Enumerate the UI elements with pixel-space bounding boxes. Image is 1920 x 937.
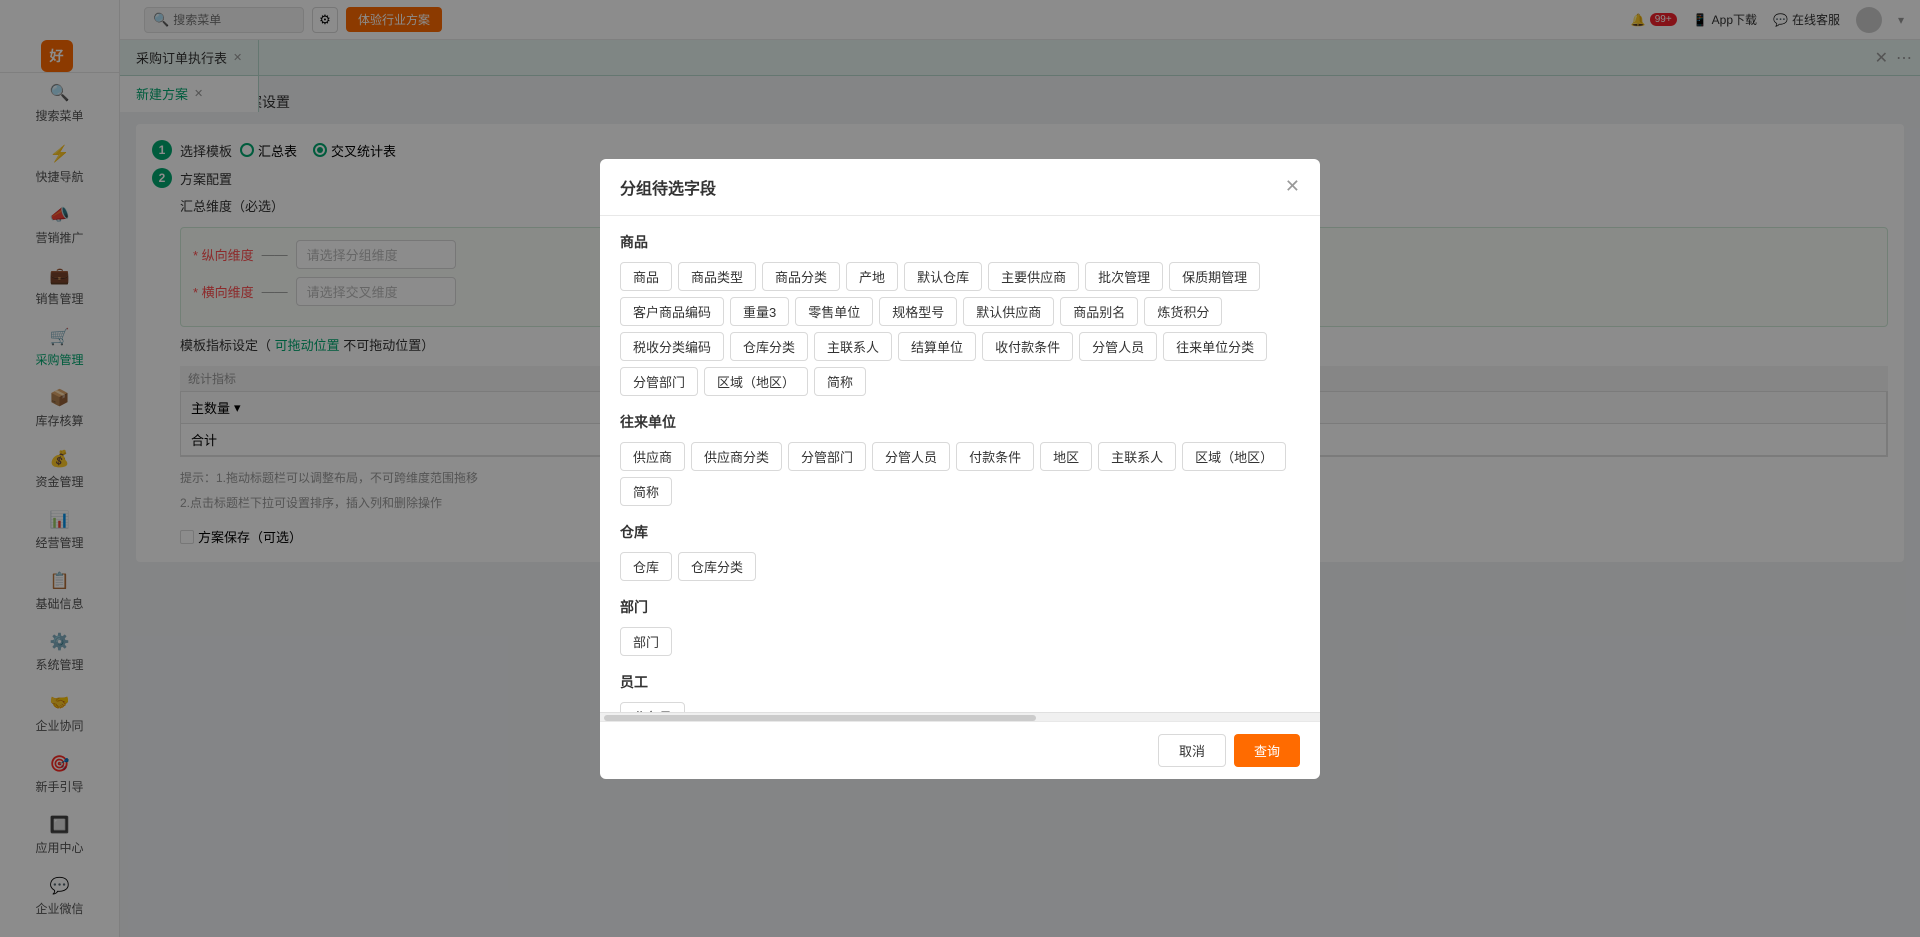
field-tag-product-12[interactable]: 默认供应商 (963, 297, 1054, 326)
field-tags-partner: 供应商供应商分类分管部门分管人员付款条件地区主联系人区域（地区） 简称 (620, 442, 1300, 506)
field-tag-product-13[interactable]: 商品别名 (1060, 297, 1138, 326)
section-title-warehouse: 仓库 (620, 522, 1300, 542)
field-tag-product-16[interactable]: 仓库分类 (730, 332, 808, 361)
field-tag-product-20[interactable]: 分管人员 (1079, 332, 1157, 361)
section-title-product: 商品 (620, 232, 1300, 252)
field-tag-product-6[interactable]: 批次管理 (1085, 262, 1163, 291)
field-tags-employee: 业务员 (620, 702, 1300, 713)
modal-close-btn[interactable]: ✕ (1285, 176, 1300, 197)
field-tag-product-15[interactable]: 税收分类编码 (620, 332, 724, 361)
field-tag-warehouse-1[interactable]: 仓库分类 (678, 552, 756, 581)
field-tag-partner-6[interactable]: 主联系人 (1098, 442, 1176, 471)
field-tag-partner-0[interactable]: 供应商 (620, 442, 685, 471)
field-tag-product-23[interactable]: 区域（地区） (704, 367, 808, 396)
field-tag-product-14[interactable]: 炼货积分 (1144, 297, 1222, 326)
field-tag-product-18[interactable]: 结算单位 (898, 332, 976, 361)
field-tag-product-22[interactable]: 分管部门 (620, 367, 698, 396)
modal-header: 分组待选字段 ✕ (600, 159, 1320, 216)
field-tag-product-0[interactable]: 商品 (620, 262, 672, 291)
field-tag-partner-7[interactable]: 区域（地区） (1182, 442, 1286, 471)
field-tag-product-24[interactable]: 简称 (814, 367, 866, 396)
field-tag-partner-3[interactable]: 分管人员 (872, 442, 950, 471)
section-title-department: 部门 (620, 597, 1300, 617)
field-tag-product-11[interactable]: 规格型号 (879, 297, 957, 326)
field-tag-partner-8[interactable]: 简称 (620, 477, 672, 506)
field-section-department: 部门部门 (620, 597, 1300, 656)
section-title-partner: 往来单位 (620, 412, 1300, 432)
field-tag-product-1[interactable]: 商品类型 (678, 262, 756, 291)
field-tag-employee-0[interactable]: 业务员 (620, 702, 685, 713)
field-tag-department-0[interactable]: 部门 (620, 627, 672, 656)
field-tag-product-8[interactable]: 客户商品编码 (620, 297, 724, 326)
field-tag-product-21[interactable]: 往来单位分类 (1163, 332, 1267, 361)
modal-horizontal-scrollbar[interactable] (600, 712, 1320, 720)
field-tag-warehouse-0[interactable]: 仓库 (620, 552, 672, 581)
field-tag-partner-1[interactable]: 供应商分类 (691, 442, 782, 471)
modal-footer: 取消 查询 (600, 721, 1320, 779)
field-section-partner: 往来单位供应商供应商分类分管部门分管人员付款条件地区主联系人区域（地区） 简称 (620, 412, 1300, 506)
modal-confirm-btn[interactable]: 查询 (1234, 734, 1300, 767)
section-title-employee: 员工 (620, 672, 1300, 692)
field-section-employee: 员工业务员 (620, 672, 1300, 713)
field-tag-product-3[interactable]: 产地 (846, 262, 898, 291)
horizontal-scrollbar-thumb (604, 715, 1036, 721)
field-tag-partner-2[interactable]: 分管部门 (788, 442, 866, 471)
field-tag-product-4[interactable]: 默认仓库 (904, 262, 982, 291)
field-tag-product-10[interactable]: 零售单位 (795, 297, 873, 326)
field-tag-partner-4[interactable]: 付款条件 (956, 442, 1034, 471)
field-section-warehouse: 仓库仓库仓库分类 (620, 522, 1300, 581)
field-tags-department: 部门 (620, 627, 1300, 656)
modal-body: 商品商品商品类型商品分类产地默认仓库主要供应商批次管理保质期管理客户商品编码重量… (600, 216, 1320, 713)
field-tag-product-5[interactable]: 主要供应商 (988, 262, 1079, 291)
field-select-modal: 分组待选字段 ✕ 商品商品商品类型商品分类产地默认仓库主要供应商批次管理保质期管… (600, 159, 1320, 779)
field-section-product: 商品商品商品类型商品分类产地默认仓库主要供应商批次管理保质期管理客户商品编码重量… (620, 232, 1300, 396)
modal-title: 分组待选字段 (620, 175, 716, 199)
field-tags-product: 商品商品类型商品分类产地默认仓库主要供应商批次管理保质期管理客户商品编码重量3零… (620, 262, 1300, 396)
field-tag-product-17[interactable]: 主联系人 (814, 332, 892, 361)
field-tag-partner-5[interactable]: 地区 (1040, 442, 1092, 471)
modal-cancel-btn[interactable]: 取消 (1158, 734, 1226, 767)
field-tag-product-2[interactable]: 商品分类 (762, 262, 840, 291)
field-tag-product-19[interactable]: 收付款条件 (982, 332, 1073, 361)
modal-overlay: 分组待选字段 ✕ 商品商品商品类型商品分类产地默认仓库主要供应商批次管理保质期管… (0, 0, 1920, 937)
field-tags-warehouse: 仓库仓库分类 (620, 552, 1300, 581)
field-tag-product-7[interactable]: 保质期管理 (1169, 262, 1260, 291)
field-tag-product-9[interactable]: 重量3 (730, 297, 789, 326)
